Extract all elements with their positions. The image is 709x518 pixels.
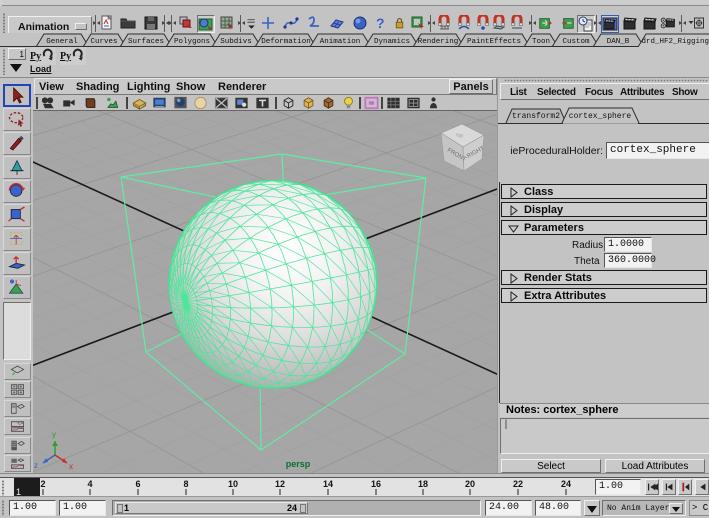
svg-text:Rendering: Rendering <box>418 38 459 46</box>
svg-text:persp: persp <box>286 459 311 469</box>
svg-text:Curves: Curves <box>90 38 117 46</box>
svg-text:x: x <box>69 462 73 471</box>
svg-text:4: 4 <box>87 479 92 489</box>
svg-text:DAN_B: DAN_B <box>607 38 630 46</box>
svg-text:24: 24 <box>561 479 571 489</box>
svg-text:drd_HF2_RiggingToo: drd_HF2_RiggingToo <box>641 38 709 46</box>
svg-text:transform2: transform2 <box>512 112 560 121</box>
svg-text:22: 22 <box>513 479 523 489</box>
svg-text:8: 8 <box>183 479 188 489</box>
svg-text:General: General <box>46 38 78 46</box>
svg-text:6: 6 <box>135 479 140 489</box>
svg-text:cortex_sphere: cortex_sphere <box>569 112 632 121</box>
svg-text:10: 10 <box>228 479 238 489</box>
svg-text:Py: Py <box>30 51 41 62</box>
svg-text:Dynamics: Dynamics <box>374 38 410 46</box>
svg-text:z: z <box>34 461 38 470</box>
svg-text:20: 20 <box>465 479 475 489</box>
svg-text:Polygons: Polygons <box>174 38 210 46</box>
svg-text:Deformation: Deformation <box>261 38 311 46</box>
svg-text:Subdivs: Subdivs <box>220 38 252 46</box>
svg-text:18: 18 <box>418 479 428 489</box>
svg-text:Custom: Custom <box>562 38 590 46</box>
svg-text:y: y <box>52 430 56 439</box>
svg-text:12: 12 <box>275 479 285 489</box>
svg-text:14: 14 <box>323 479 333 489</box>
svg-text:Py: Py <box>60 51 71 62</box>
svg-text:Toon: Toon <box>532 38 550 46</box>
svg-text:16: 16 <box>371 479 381 489</box>
svg-text:Animation: Animation <box>320 38 361 46</box>
svg-text:?: ? <box>376 15 385 31</box>
svg-text:2: 2 <box>40 479 45 489</box>
svg-text:PaintEffects: PaintEffects <box>467 38 521 46</box>
svg-text:Surfaces: Surfaces <box>128 38 164 46</box>
